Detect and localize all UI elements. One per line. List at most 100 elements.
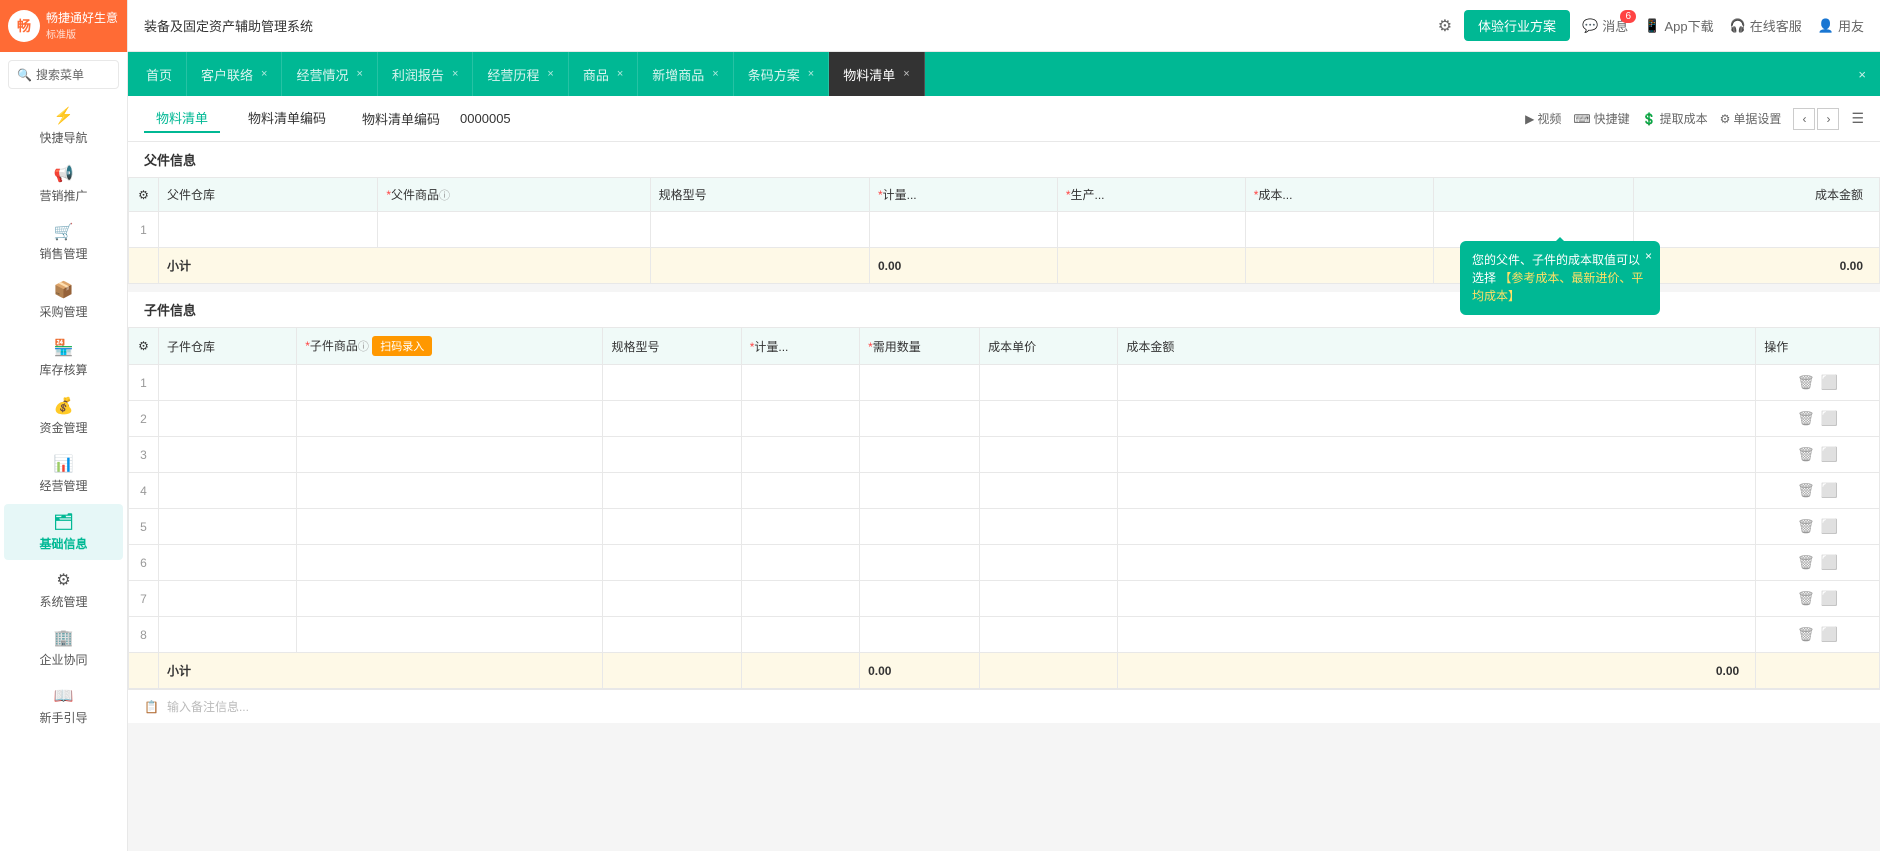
- tab-barcode[interactable]: 条码方案 ×: [734, 52, 829, 96]
- child-unit-price-6[interactable]: [980, 545, 1118, 581]
- tab-new-goods[interactable]: 新增商品 ×: [638, 52, 733, 96]
- child-spec-6[interactable]: [603, 545, 741, 581]
- sidebar-item-finance[interactable]: 💰 资金管理: [4, 388, 123, 444]
- child-qty-5[interactable]: [860, 509, 980, 545]
- parent-cost-1[interactable]: [1245, 212, 1433, 248]
- child-warehouse-1[interactable]: [159, 365, 297, 401]
- extract-cost-action[interactable]: 💲 提取成本: [1642, 110, 1708, 127]
- tab-close-customer[interactable]: ×: [261, 68, 267, 80]
- tab-close-barcode[interactable]: ×: [808, 68, 814, 80]
- child-warehouse-8[interactable]: [159, 617, 297, 653]
- delete-icon-6[interactable]: 🗑: [1797, 554, 1815, 571]
- tab-close-new-goods[interactable]: ×: [712, 68, 718, 80]
- parent-spec-1[interactable]: [650, 212, 869, 248]
- copy-icon-6[interactable]: ⬜: [1821, 554, 1838, 571]
- delete-icon-5[interactable]: 🗑: [1797, 518, 1815, 535]
- child-warehouse-4[interactable]: [159, 473, 297, 509]
- tab-profit[interactable]: 利润报告 ×: [378, 52, 473, 96]
- child-product-5[interactable]: [297, 509, 603, 545]
- child-warehouse-2[interactable]: [159, 401, 297, 437]
- child-spec-5[interactable]: [603, 509, 741, 545]
- sidebar-item-guide[interactable]: 📖 新手引导: [4, 678, 123, 734]
- child-qty-4[interactable]: [860, 473, 980, 509]
- parent-product-1[interactable]: [378, 212, 650, 248]
- tab-goods[interactable]: 商品 ×: [569, 52, 638, 96]
- shortcut-action[interactable]: ⌨ 快捷键: [1573, 110, 1629, 127]
- child-unit-3[interactable]: [741, 437, 859, 473]
- copy-icon-3[interactable]: ⬜: [1821, 446, 1838, 463]
- child-unit-price-2[interactable]: [980, 401, 1118, 437]
- child-product-7[interactable]: [297, 581, 603, 617]
- copy-icon-8[interactable]: ⬜: [1821, 626, 1838, 643]
- tab-close-profit[interactable]: ×: [452, 68, 458, 80]
- delete-icon-7[interactable]: 🗑: [1797, 590, 1815, 607]
- parent-unit-1[interactable]: [869, 212, 1057, 248]
- child-product-1[interactable]: [297, 365, 603, 401]
- page-tab-code[interactable]: 物料清单编码: [236, 104, 338, 133]
- close-all-tabs[interactable]: ×: [1848, 67, 1876, 82]
- child-unit-5[interactable]: [741, 509, 859, 545]
- doc-settings-action[interactable]: ⚙ 单据设置: [1720, 110, 1782, 127]
- search-menu-button[interactable]: 🔍 搜索菜单: [8, 60, 119, 89]
- copy-icon-1[interactable]: ⬜: [1821, 374, 1838, 391]
- tab-close-bom[interactable]: ×: [903, 68, 909, 80]
- child-unit-price-7[interactable]: [980, 581, 1118, 617]
- delete-icon-1[interactable]: 🗑: [1797, 374, 1815, 391]
- sidebar-item-operations[interactable]: 📊 经营管理: [4, 446, 123, 502]
- child-unit-price-1[interactable]: [980, 365, 1118, 401]
- child-unit-6[interactable]: [741, 545, 859, 581]
- child-unit-price-8[interactable]: [980, 617, 1118, 653]
- app-download-button[interactable]: 📱 App下载: [1644, 16, 1713, 35]
- child-warehouse-6[interactable]: [159, 545, 297, 581]
- next-arrow[interactable]: ›: [1817, 108, 1839, 130]
- child-qty-3[interactable]: [860, 437, 980, 473]
- tab-operations[interactable]: 经营情况 ×: [282, 52, 377, 96]
- child-warehouse-7[interactable]: [159, 581, 297, 617]
- child-qty-8[interactable]: [860, 617, 980, 653]
- child-spec-7[interactable]: [603, 581, 741, 617]
- note-text[interactable]: 输入备注信息...: [167, 698, 249, 715]
- child-product-3[interactable]: [297, 437, 603, 473]
- tab-close-history[interactable]: ×: [547, 68, 553, 80]
- prev-arrow[interactable]: ‹: [1793, 108, 1815, 130]
- sidebar-item-inventory[interactable]: 🏪 库存核算: [4, 330, 123, 386]
- child-spec-1[interactable]: [603, 365, 741, 401]
- settings-gear-button[interactable]: ⚙: [1438, 16, 1452, 36]
- sidebar-item-purchase[interactable]: 📦 采购管理: [4, 272, 123, 328]
- child-spec-8[interactable]: [603, 617, 741, 653]
- child-unit-2[interactable]: [741, 401, 859, 437]
- tab-close-operations[interactable]: ×: [356, 68, 362, 80]
- child-unit-price-3[interactable]: [980, 437, 1118, 473]
- sidebar-item-sales[interactable]: 🛒 销售管理: [4, 214, 123, 270]
- child-product-4[interactable]: [297, 473, 603, 509]
- child-unit-1[interactable]: [741, 365, 859, 401]
- copy-icon-5[interactable]: ⬜: [1821, 518, 1838, 535]
- view-mode-button[interactable]: ☰: [1851, 110, 1864, 127]
- parent-production-1[interactable]: [1057, 212, 1245, 248]
- child-product-8[interactable]: [297, 617, 603, 653]
- child-qty-2[interactable]: [860, 401, 980, 437]
- child-unit-price-5[interactable]: [980, 509, 1118, 545]
- child-spec-2[interactable]: [603, 401, 741, 437]
- child-unit-8[interactable]: [741, 617, 859, 653]
- sidebar-item-basic-info[interactable]: 🗂 基础信息: [4, 504, 123, 560]
- tab-customer[interactable]: 客户联络 ×: [187, 52, 282, 96]
- sidebar-item-enterprise[interactable]: 🏢 企业协同: [4, 620, 123, 676]
- tooltip-close-btn[interactable]: ×: [1645, 247, 1652, 265]
- copy-icon-7[interactable]: ⬜: [1821, 590, 1838, 607]
- child-qty-6[interactable]: [860, 545, 980, 581]
- delete-icon-3[interactable]: 🗑: [1797, 446, 1815, 463]
- child-spec-4[interactable]: [603, 473, 741, 509]
- child-warehouse-5[interactable]: [159, 509, 297, 545]
- child-product-6[interactable]: [297, 545, 603, 581]
- parent-warehouse-1[interactable]: [159, 212, 378, 248]
- child-spec-3[interactable]: [603, 437, 741, 473]
- child-unit-4[interactable]: [741, 473, 859, 509]
- delete-icon-4[interactable]: 🗑: [1797, 482, 1815, 499]
- video-action[interactable]: ▶ 视频: [1525, 110, 1561, 127]
- tab-history[interactable]: 经营历程 ×: [473, 52, 568, 96]
- child-unit-price-4[interactable]: [980, 473, 1118, 509]
- tab-bom[interactable]: 物料清单 ×: [829, 52, 924, 96]
- experience-button[interactable]: 体验行业方案: [1464, 10, 1570, 41]
- sidebar-item-quick-nav[interactable]: ⚡ 快捷导航: [4, 98, 123, 154]
